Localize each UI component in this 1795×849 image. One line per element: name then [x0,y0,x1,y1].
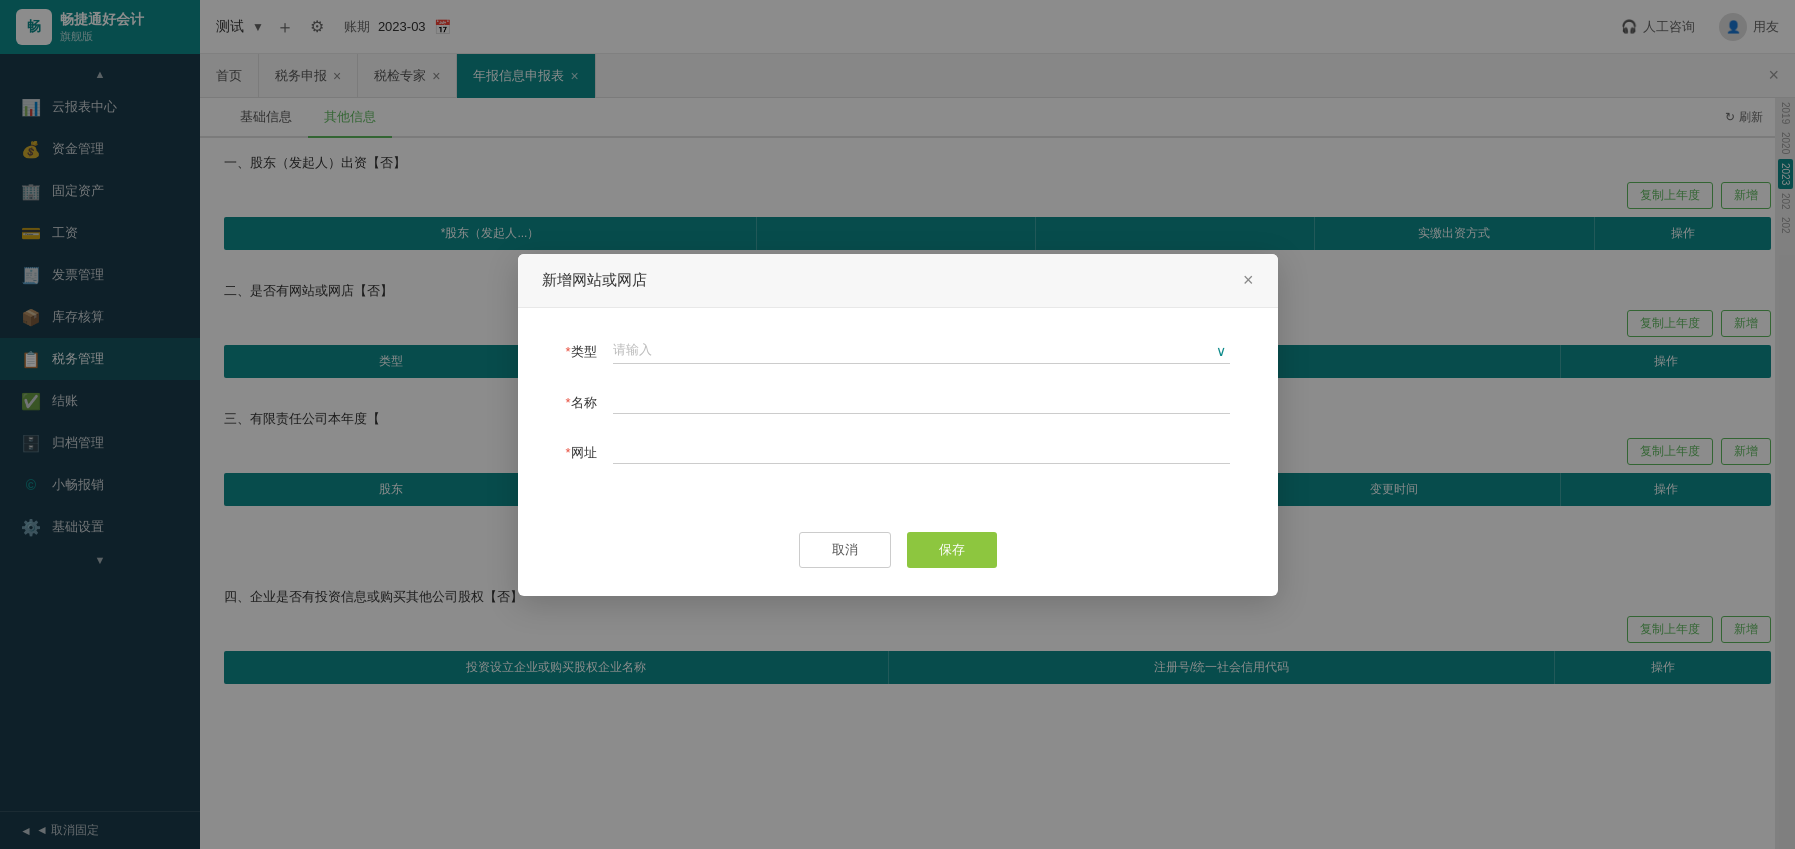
url-label: *网址 [566,444,597,462]
url-input[interactable] [613,444,1230,459]
add-website-dialog: 新增网站或网店 × *类型 ∨ [518,254,1278,596]
name-input[interactable] [613,394,1230,409]
form-row-url: *网址 [566,442,1230,464]
dialog-close-button[interactable]: × [1243,270,1254,291]
modal-overlay: 新增网站或网店 × *类型 ∨ [0,0,1795,849]
save-button[interactable]: 保存 [907,532,997,568]
url-required-star: * [566,445,571,460]
type-dropdown-icon[interactable]: ∨ [1216,343,1226,359]
dialog-header: 新增网站或网店 × [518,254,1278,308]
type-input[interactable] [613,340,1230,359]
dialog-body: *类型 ∨ *名称 [518,308,1278,516]
name-required-star: * [566,395,571,410]
form-row-name: *名称 [566,392,1230,414]
url-input-wrap [613,442,1230,464]
type-label: *类型 [566,343,597,361]
type-required-star: * [566,344,571,359]
name-label: *名称 [566,394,597,412]
name-input-wrap [613,392,1230,414]
cancel-button[interactable]: 取消 [799,532,891,568]
dialog-footer: 取消 保存 [518,516,1278,596]
form-row-type: *类型 ∨ [566,340,1230,364]
dialog-title: 新增网站或网店 [542,271,647,290]
type-input-wrap: ∨ [613,340,1230,364]
